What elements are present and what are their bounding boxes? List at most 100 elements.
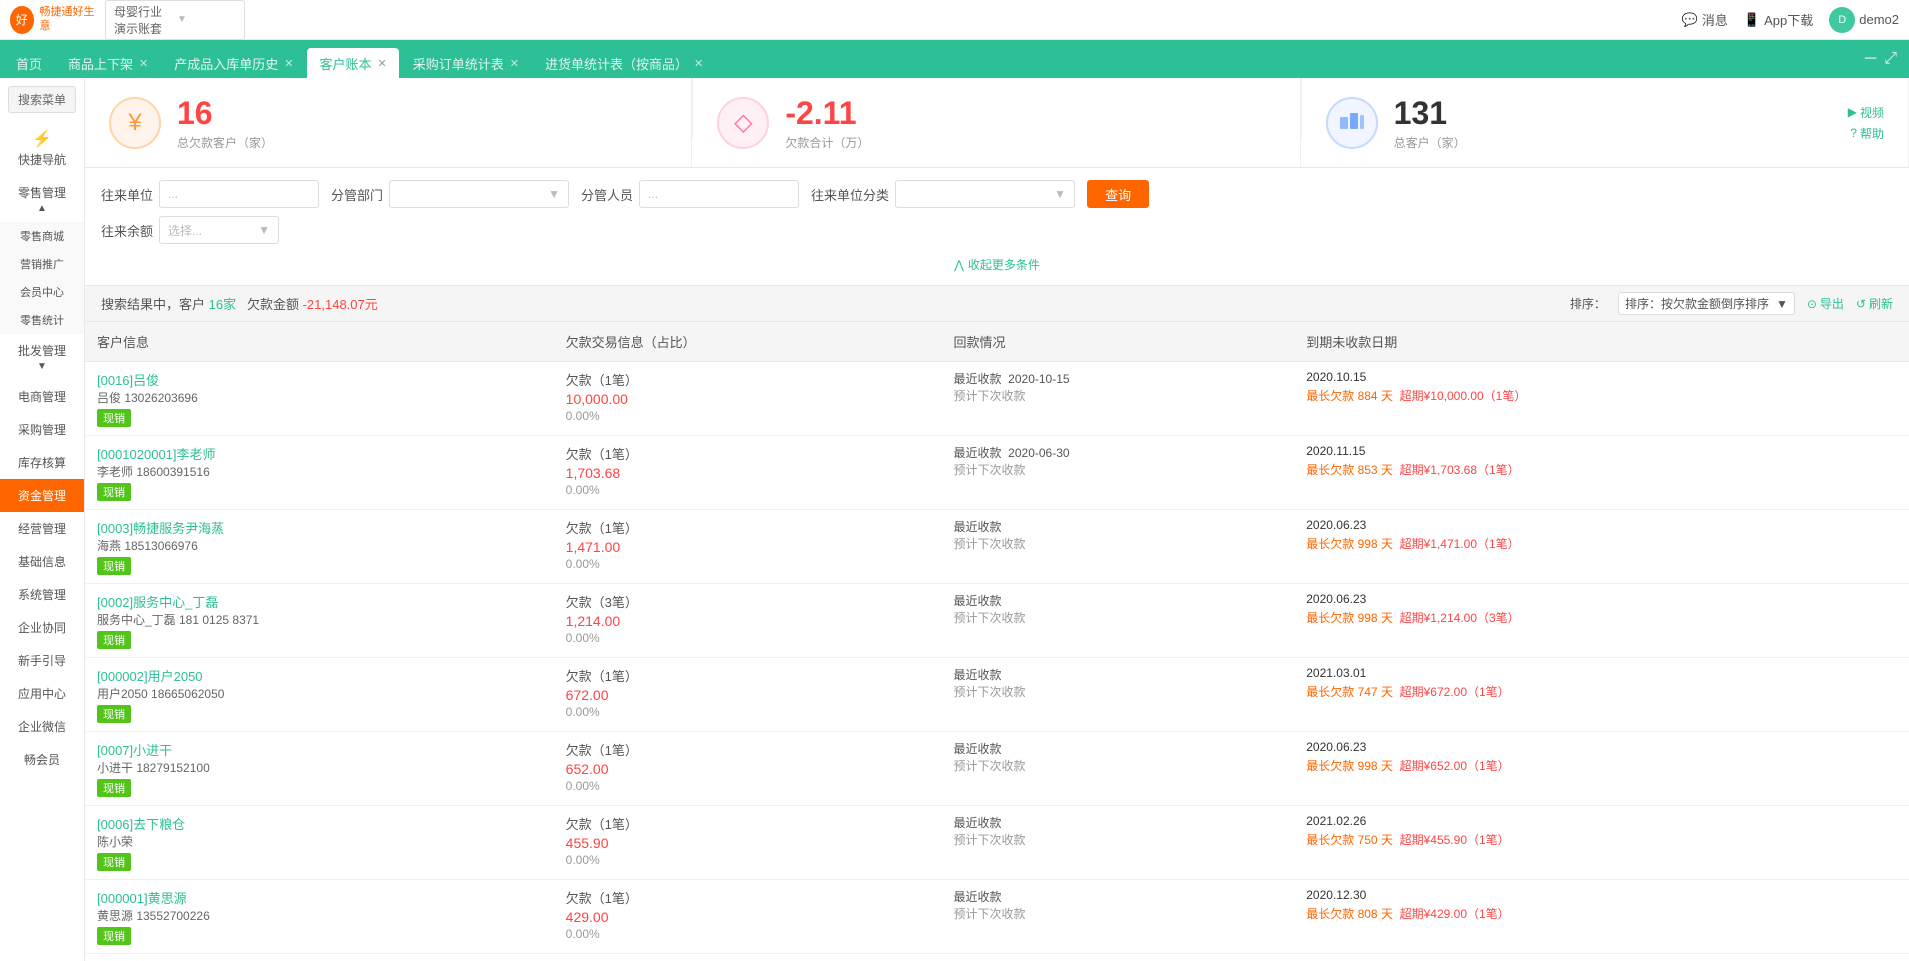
debt-amount-5[interactable]: 652.00 <box>566 761 930 777</box>
sidebar-item-marketing[interactable]: 营销推广 <box>0 250 84 278</box>
tab-close-customer-account[interactable]: ✕ <box>378 57 387 70</box>
customer-tag-2: 现销 <box>97 557 131 575</box>
app-download-btn[interactable]: 📱 App下载 <box>1744 10 1813 29</box>
tab-close-production-history[interactable]: ✕ <box>284 57 293 70</box>
collapse-btn[interactable]: ⋀ 收起更多条件 <box>954 256 1040 273</box>
col-header-customer: 客户信息 <box>85 322 554 362</box>
overdue-link-2[interactable]: 超期¥1,471.00（1笔） <box>1400 537 1520 551</box>
sidebar-item-system[interactable]: 系统管理 <box>0 578 84 611</box>
overdue-days-4: 最长欠款 747 天 超期¥672.00（1笔） <box>1306 683 1897 700</box>
tab-purchase-order[interactable]: 采购订单统计表 ✕ <box>401 48 531 78</box>
sidebar-item-retail-mgmt[interactable]: 零售管理 ▲ <box>0 176 84 222</box>
sidebar-item-ecommerce[interactable]: 电商管理 <box>0 380 84 413</box>
sort-select[interactable]: 排序：按欠款金额倒序排序 ▼ <box>1618 292 1795 315</box>
customer-phone-7: 黄思源 13552700226 <box>97 907 542 924</box>
customer-name-1[interactable]: [0001020001]李老师 <box>97 444 542 463</box>
customer-name-6[interactable]: [0006]去下粮仓 <box>97 814 542 833</box>
sidebar-item-purchase-mgmt[interactable]: 采购管理 <box>0 413 84 446</box>
overdue-link-7[interactable]: 超期¥429.00（1笔） <box>1400 907 1510 921</box>
chevron-down-icon-dept: ▼ <box>548 187 560 201</box>
sidebar-item-new-guide[interactable]: 新手引导 <box>0 644 84 677</box>
refresh-btn[interactable]: ↺ 刷新 <box>1856 295 1893 312</box>
balance-select[interactable]: 选择... ▼ <box>159 216 279 244</box>
person-input[interactable]: ... <box>639 180 799 208</box>
sidebar-item-basic-info[interactable]: 基础信息 <box>0 545 84 578</box>
debt-amount-4[interactable]: 672.00 <box>566 687 930 703</box>
debt-count-0: 欠款（1笔） <box>566 370 930 389</box>
tab-product-shelf[interactable]: 商品上下架 ✕ <box>56 48 160 78</box>
debt-amount-0[interactable]: 10,000.00 <box>566 391 930 407</box>
message-btn[interactable]: 💬 消息 <box>1682 10 1728 29</box>
tab-close-purchase-stats[interactable]: ✕ <box>694 57 703 70</box>
overdue-days-7: 最长欠款 808 天 超期¥429.00（1笔） <box>1306 905 1897 922</box>
customer-phone-0: 吕俊 13026203696 <box>97 389 542 406</box>
overdue-link-5[interactable]: 超期¥652.00（1笔） <box>1400 759 1510 773</box>
repay-next-4: 预计下次收款 <box>954 683 1283 700</box>
tab-close-purchase-order[interactable]: ✕ <box>510 57 519 70</box>
tab-maximize-btn[interactable]: ⤢ <box>1884 50 1897 68</box>
tab-customer-account[interactable]: 客户账本 ✕ <box>307 48 398 78</box>
overdue-link-1[interactable]: 超期¥1,703.68（1笔） <box>1400 463 1520 477</box>
sidebar-item-enterprise-collab[interactable]: 企业协同 <box>0 611 84 644</box>
export-btn[interactable]: ⊙ 导出 <box>1807 295 1844 312</box>
sidebar-item-vip-member[interactable]: 畅会员 <box>0 743 84 776</box>
debt-amount-1[interactable]: 1,703.68 <box>566 465 930 481</box>
overdue-link-4[interactable]: 超期¥672.00（1笔） <box>1400 685 1510 699</box>
overdue-link-6[interactable]: 超期¥455.90（1笔） <box>1400 833 1510 847</box>
col-header-due-date: 到期未收款日期 <box>1294 322 1909 362</box>
customer-name-0[interactable]: [0016]吕俊 <box>97 370 542 389</box>
customer-name-3[interactable]: [0002]服务中心_丁磊 <box>97 592 542 611</box>
sidebar-item-operations[interactable]: 经营管理 <box>0 512 84 545</box>
dept-label: 分管部门 <box>331 185 383 204</box>
debt-amount-3[interactable]: 1,214.00 <box>566 613 930 629</box>
debt-amount-6[interactable]: 455.90 <box>566 835 930 851</box>
debt-percent-2: 0.00% <box>566 557 930 571</box>
customer-tag-3: 现销 <box>97 631 131 649</box>
repay-next-6: 预计下次收款 <box>954 831 1283 848</box>
overdue-date-7: 2020.12.30 <box>1306 888 1897 902</box>
repay-next-2: 预计下次收款 <box>954 535 1283 552</box>
tab-minimize-btn[interactable]: ─ <box>1865 50 1876 68</box>
repay-date-0: 最近收款 2020-10-15 <box>954 370 1283 387</box>
source-unit-input[interactable]: ... <box>159 180 319 208</box>
debt-amount-value: -2.11 <box>785 95 869 132</box>
tab-home[interactable]: 首页 <box>4 48 54 78</box>
help-link[interactable]: ? 帮助 <box>1850 125 1884 142</box>
tab-purchase-stats[interactable]: 进货单统计表（按商品） ✕ <box>533 48 715 78</box>
sidebar-item-inventory[interactable]: 库存核算 <box>0 446 84 479</box>
repay-date-7: 最近收款 <box>954 888 1283 905</box>
debt-percent-1: 0.00% <box>566 483 930 497</box>
search-menu-btn[interactable]: 搜索菜单 <box>8 86 76 113</box>
sidebar-item-batch-mgmt[interactable]: 批发管理 ▼ <box>0 334 84 380</box>
sidebar-item-member-center[interactable]: 会员中心 <box>0 278 84 306</box>
debt-amount-7[interactable]: 429.00 <box>566 909 930 925</box>
query-btn[interactable]: 查询 <box>1087 180 1149 208</box>
table-container: 客户信息 欠款交易信息（占比） 回款情况 到期未收款日期 [0016]吕俊 吕俊… <box>85 322 1909 961</box>
repay-date-1: 最近收款 2020-06-30 <box>954 444 1283 461</box>
sidebar-item-retail-mall[interactable]: 零售商城 <box>0 222 84 250</box>
chevron-down-icon-batch: ▼ <box>37 361 47 372</box>
sidebar-item-quick-nav[interactable]: ⚡ 快捷导航 <box>0 121 84 176</box>
customer-name-4[interactable]: [000002]用户2050 <box>97 666 542 685</box>
sidebar-item-retail-stats[interactable]: 零售统计 <box>0 306 84 334</box>
sidebar-item-app-center[interactable]: 应用中心 <box>0 677 84 710</box>
overdue-link-0[interactable]: 超期¥10,000.00（1笔） <box>1400 389 1527 403</box>
dept-select[interactable]: ▼ <box>389 180 569 208</box>
tab-production-history[interactable]: 产成品入库单历史 ✕ <box>162 48 305 78</box>
overdue-link-3[interactable]: 超期¥1,214.00（3笔） <box>1400 611 1520 625</box>
export-icon: ⊙ <box>1807 297 1817 311</box>
sidebar-item-enterprise-wechat[interactable]: 企业微信 <box>0 710 84 743</box>
customer-name-2[interactable]: [0003]畅捷服务尹海蒸 <box>97 518 542 537</box>
customer-tag-7: 现销 <box>97 927 131 945</box>
unit-class-select[interactable]: ▼ <box>895 180 1075 208</box>
customer-name-7[interactable]: [000001]黄思源 <box>97 888 542 907</box>
user-avatar[interactable]: D demo2 <box>1829 7 1899 33</box>
video-link[interactable]: ▶ 视频 <box>1848 104 1884 121</box>
debt-amount-2[interactable]: 1,471.00 <box>566 539 930 555</box>
industry-selector[interactable]: 母婴行业演示账套 ▼ <box>105 0 245 40</box>
repay-date-3: 最近收款 <box>954 592 1283 609</box>
customer-name-5[interactable]: [0007]小进干 <box>97 740 542 759</box>
sidebar-item-capital[interactable]: 资金管理 <box>0 479 84 512</box>
tab-close-product-shelf[interactable]: ✕ <box>139 57 148 70</box>
debt-percent-3: 0.00% <box>566 631 930 645</box>
